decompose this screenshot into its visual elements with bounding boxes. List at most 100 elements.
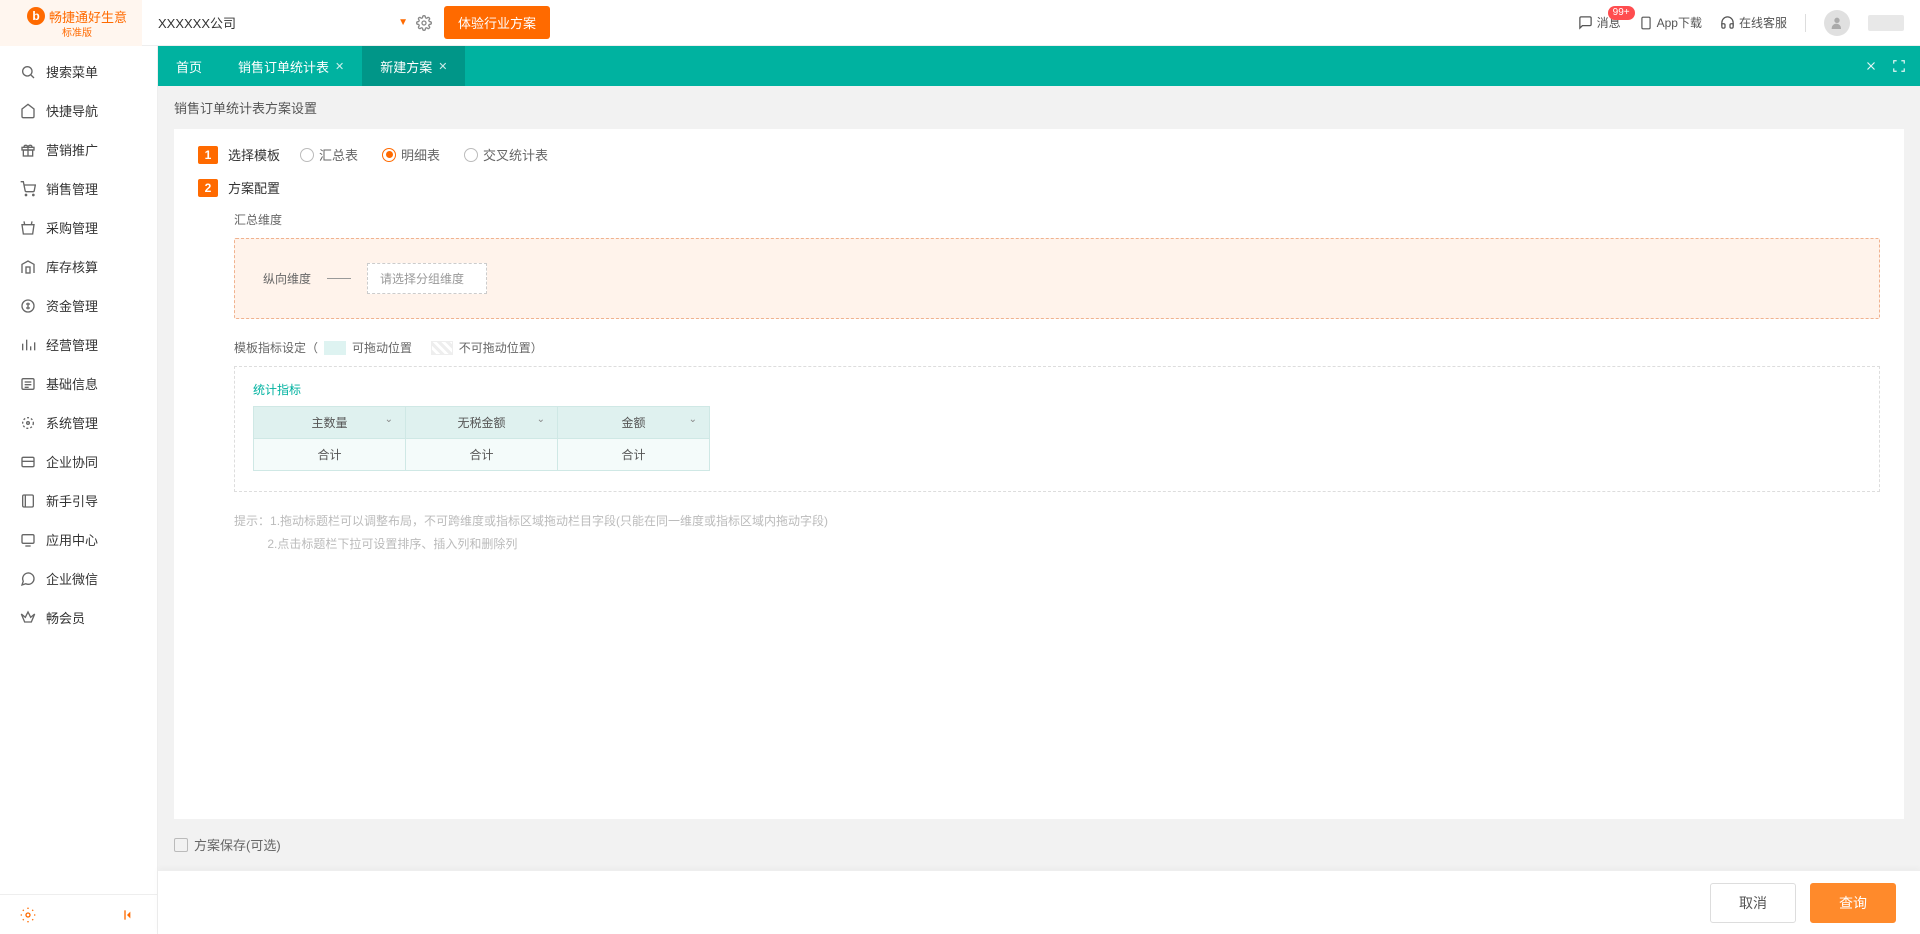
legend-nodrag-label: 不可拖动位置）	[459, 339, 543, 356]
metric-header-2[interactable]: 金额 ⌄	[558, 407, 710, 439]
sidebar-item-label: 经营管理	[46, 335, 98, 354]
metric-header-1[interactable]: 无税金额 ⌄	[406, 407, 558, 439]
top-header: b 畅捷通好生意 标准版 XXXXXX公司 ▼ 体验行业方案 消息 99+	[0, 0, 1920, 46]
online-service-link[interactable]: 在线客服	[1720, 14, 1787, 31]
sidebar-item-12[interactable]: 应用中心	[0, 520, 157, 559]
sidebar-item-14[interactable]: 畅会员	[0, 598, 157, 637]
company-selector[interactable]: XXXXXX公司 ▼	[158, 13, 408, 32]
book-icon	[20, 493, 36, 509]
chevron-down-icon[interactable]: ⌄	[385, 414, 393, 425]
sidebar-item-5[interactable]: 库存核算	[0, 247, 157, 286]
save-checkbox[interactable]	[174, 838, 188, 852]
template-radio-0[interactable]: 汇总表	[300, 145, 358, 164]
save-option-label: 方案保存(可选)	[194, 835, 281, 854]
step-1-row: 1 选择模板 汇总表明细表交叉统计表	[198, 145, 1880, 164]
sidebar-item-label: 基础信息	[46, 374, 98, 393]
step-2-row: 2 方案配置	[198, 178, 1880, 197]
gift-icon	[20, 142, 36, 158]
sidebar-item-10[interactable]: 企业协同	[0, 442, 157, 481]
tabs-bar: 首页销售订单统计表✕ 新建方案 ✕	[158, 46, 1920, 86]
tab-close-all-icon[interactable]	[1864, 59, 1878, 73]
sidebar-item-7[interactable]: 经营管理	[0, 325, 157, 364]
query-button[interactable]: 查询	[1810, 883, 1896, 923]
metric-header-label: 无税金额	[457, 416, 505, 430]
sidebar-item-label: 畅会员	[46, 608, 85, 627]
cancel-button[interactable]: 取消	[1710, 883, 1796, 923]
sidebar-item-label: 企业微信	[46, 569, 98, 588]
template-radio-1[interactable]: 明细表	[382, 145, 440, 164]
sidebar-collapse-icon[interactable]	[121, 907, 137, 923]
sidebar-item-13[interactable]: 企业微信	[0, 559, 157, 598]
brand-logo[interactable]: b 畅捷通好生意 标准版	[0, 0, 142, 46]
tab-label: 新建方案	[380, 57, 432, 76]
summary-dim-title: 汇总维度	[234, 211, 1880, 228]
tab-0[interactable]: 首页	[158, 46, 220, 86]
company-name: XXXXXX公司	[158, 13, 236, 32]
bag-icon	[20, 220, 36, 236]
tab-2[interactable]: 新建方案 ✕	[362, 46, 465, 86]
sidebar-item-label: 销售管理	[46, 179, 98, 198]
legend-nodrag-swatch	[431, 341, 453, 355]
sidebar-settings-icon[interactable]	[20, 907, 36, 923]
save-option-row[interactable]: 方案保存(可选)	[174, 835, 1920, 870]
sidebar-item-8[interactable]: 基础信息	[0, 364, 157, 403]
trial-button[interactable]: 体验行业方案	[444, 6, 550, 39]
chevron-down-icon[interactable]: ⌄	[689, 414, 697, 425]
page-title: 销售订单统计表方案设置	[158, 86, 1920, 129]
message-icon	[1578, 15, 1593, 30]
user-avatar[interactable]	[1824, 10, 1850, 36]
app-download-link[interactable]: App下载	[1639, 14, 1702, 31]
metric-header-label: 金额	[621, 416, 645, 430]
sidebar-item-9[interactable]: 系统管理	[0, 403, 157, 442]
online-service-label: 在线客服	[1739, 14, 1787, 31]
radio-label: 明细表	[401, 145, 440, 164]
sidebar-item-11[interactable]: 新手引导	[0, 481, 157, 520]
metric-footer-2: 合计	[558, 439, 710, 471]
gear-dash-icon	[20, 415, 36, 431]
tab-1[interactable]: 销售订单统计表✕	[220, 46, 362, 86]
fullscreen-icon[interactable]	[1892, 59, 1906, 73]
divider	[1805, 14, 1806, 32]
legend-drag-swatch	[324, 341, 346, 355]
sidebar-item-3[interactable]: 销售管理	[0, 169, 157, 208]
sidebar: 搜索菜单快捷导航营销推广销售管理采购管理库存核算资金管理经营管理基础信息系统管理…	[0, 46, 158, 934]
chat-icon	[20, 571, 36, 587]
vip-icon	[20, 610, 36, 626]
metric-footer-1: 合计	[406, 439, 558, 471]
metrics-title: 统计指标	[253, 381, 1861, 398]
metric-header-label: 主数量	[311, 416, 347, 430]
close-icon[interactable]: ✕	[335, 60, 344, 73]
vertical-dim-label: 纵向维度	[263, 270, 311, 287]
sidebar-item-4[interactable]: 采购管理	[0, 208, 157, 247]
radio-label: 汇总表	[319, 145, 358, 164]
radio-dot-icon	[300, 148, 314, 162]
metric-header-0[interactable]: 主数量 ⌄	[254, 407, 406, 439]
sidebar-item-6[interactable]: 资金管理	[0, 286, 157, 325]
step-2-num: 2	[198, 179, 218, 197]
home-icon	[20, 103, 36, 119]
sidebar-item-label: 资金管理	[46, 296, 98, 315]
settings-icon[interactable]	[416, 15, 432, 31]
sidebar-item-2[interactable]: 营销推广	[0, 130, 157, 169]
link-icon	[20, 454, 36, 470]
vertical-dim-input[interactable]: 请选择分组维度	[367, 263, 487, 294]
warehouse-icon	[20, 259, 36, 275]
step-1-label: 选择模板	[228, 145, 280, 164]
dim-connector	[327, 278, 351, 279]
sidebar-item-label: 系统管理	[46, 413, 98, 432]
messages-link[interactable]: 消息 99+	[1578, 14, 1621, 31]
hints-prefix: 提示：	[234, 514, 270, 528]
sidebar-item-0[interactable]: 搜索菜单	[0, 52, 157, 91]
footer-bar: 取消 查询	[158, 870, 1920, 934]
close-icon[interactable]: ✕	[438, 60, 447, 73]
tv-icon	[20, 532, 36, 548]
user-name-placeholder	[1868, 15, 1904, 31]
sidebar-item-1[interactable]: 快捷导航	[0, 91, 157, 130]
template-radio-2[interactable]: 交叉统计表	[464, 145, 548, 164]
sidebar-item-label: 营销推广	[46, 140, 98, 159]
step-2-label: 方案配置	[228, 178, 280, 197]
chevron-down-icon: ▼	[398, 17, 408, 28]
phone-icon	[1639, 16, 1653, 30]
chevron-down-icon[interactable]: ⌄	[537, 414, 545, 425]
metric-footer-0: 合计	[254, 439, 406, 471]
